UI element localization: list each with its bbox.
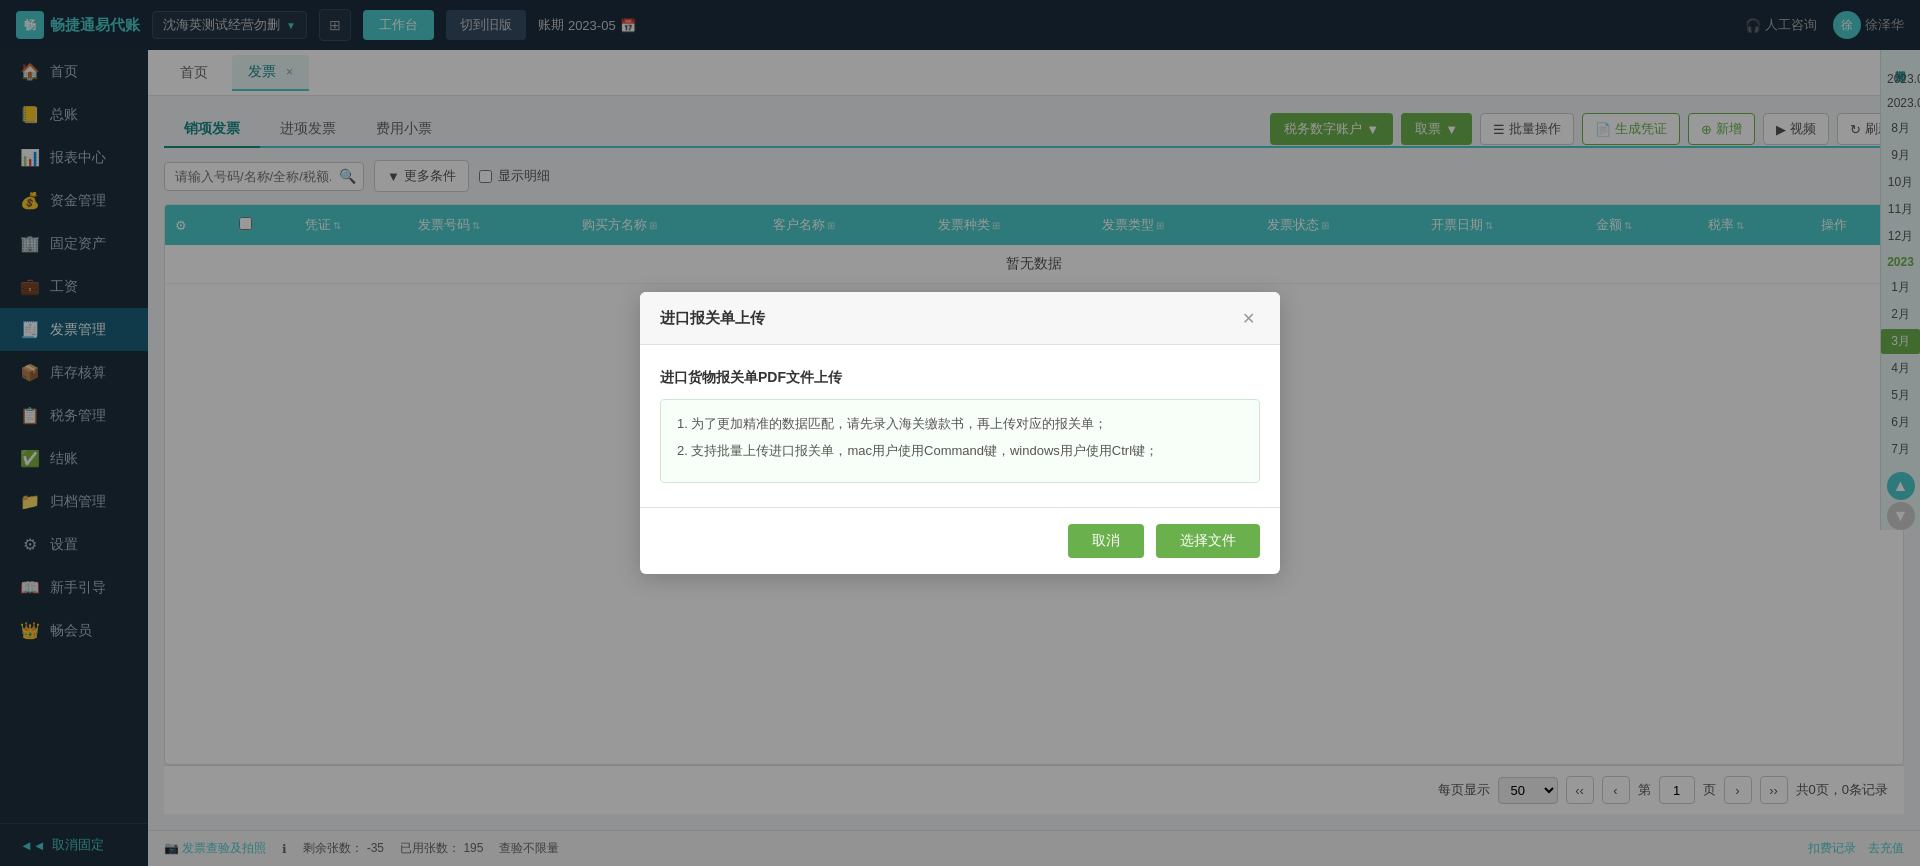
modal-section-title: 进口货物报关单PDF文件上传: [660, 369, 1260, 387]
modal-close-button[interactable]: ✕: [1236, 306, 1260, 330]
modal-info-box: 1. 为了更加精准的数据匹配，请先录入海关缴款书，再上传对应的报关单； 2. 支…: [660, 399, 1260, 483]
modal-footer: 取消 选择文件: [640, 507, 1280, 574]
modal-select-file-button[interactable]: 选择文件: [1156, 524, 1260, 558]
import-customs-modal: 进口报关单上传 ✕ 进口货物报关单PDF文件上传 1. 为了更加精准的数据匹配，…: [640, 292, 1280, 574]
close-icon: ✕: [1242, 309, 1255, 328]
modal-header: 进口报关单上传 ✕: [640, 292, 1280, 345]
modal-overlay[interactable]: 进口报关单上传 ✕ 进口货物报关单PDF文件上传 1. 为了更加精准的数据匹配，…: [0, 0, 1920, 866]
modal-info-item-1: 1. 为了更加精准的数据匹配，请先录入海关缴款书，再上传对应的报关单；: [677, 414, 1243, 435]
modal-body: 进口货物报关单PDF文件上传 1. 为了更加精准的数据匹配，请先录入海关缴款书，…: [640, 345, 1280, 507]
modal-title: 进口报关单上传: [660, 309, 765, 328]
modal-info-item-2: 2. 支持批量上传进口报关单，mac用户使用Command键，windows用户…: [677, 441, 1243, 462]
modal-cancel-button[interactable]: 取消: [1068, 524, 1144, 558]
